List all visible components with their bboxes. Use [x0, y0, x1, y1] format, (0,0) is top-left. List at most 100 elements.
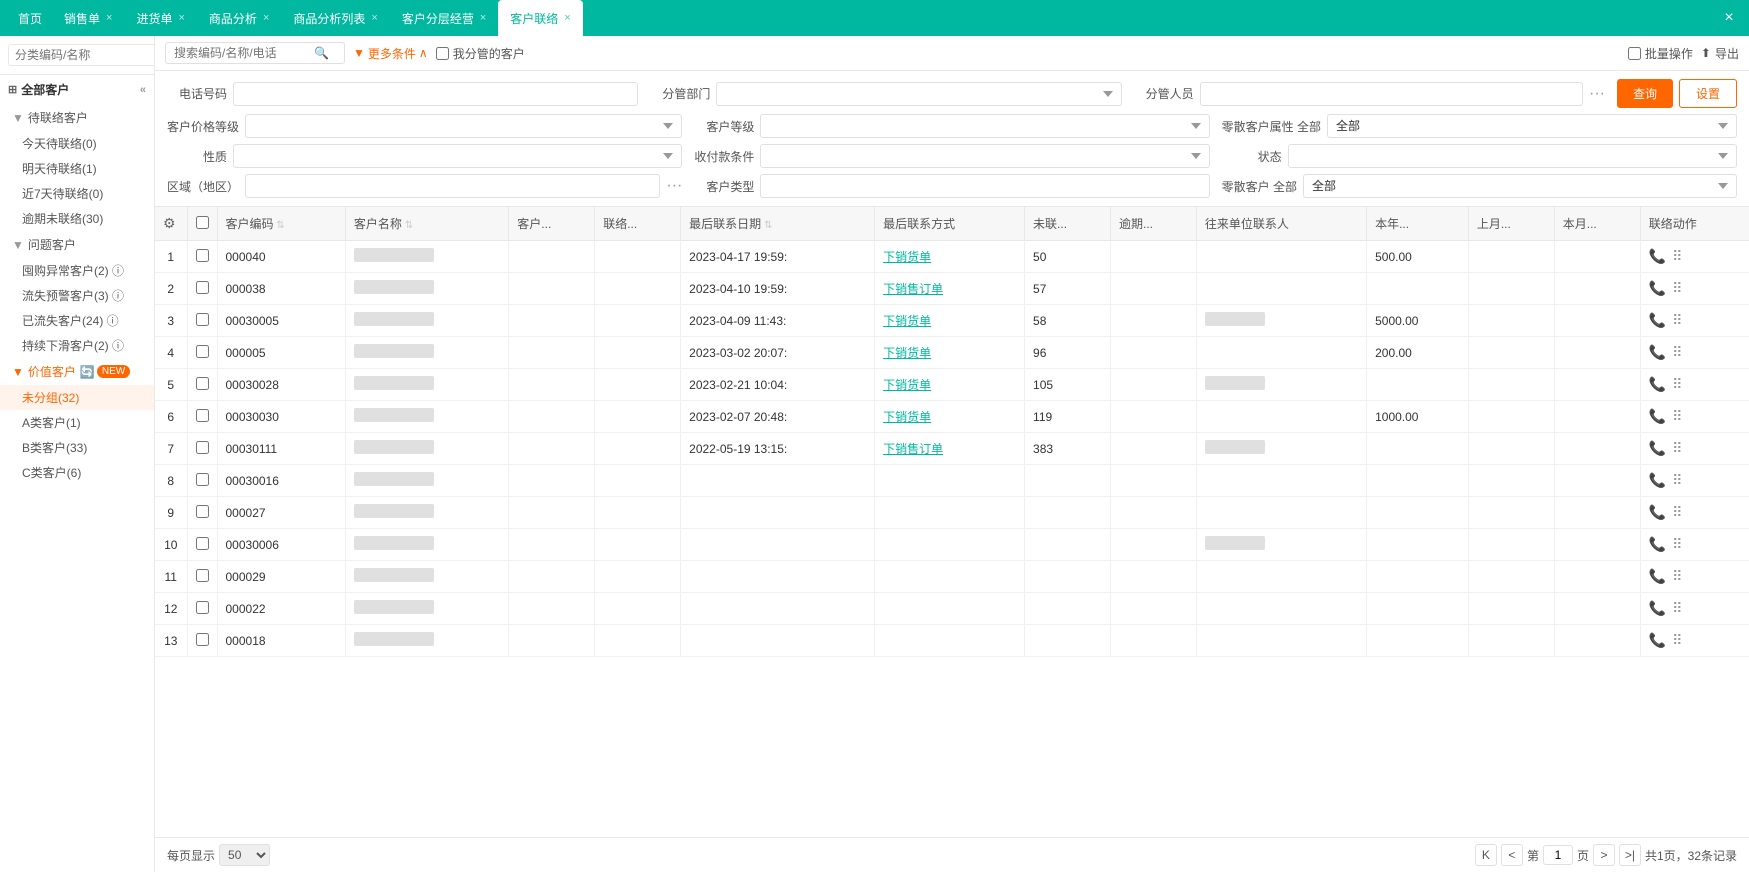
- call-icon[interactable]: 📞: [1649, 280, 1666, 297]
- my-customer-check[interactable]: [436, 47, 449, 60]
- td-checkbox[interactable]: [187, 625, 217, 657]
- filter-price-level-select[interactable]: [245, 114, 682, 138]
- more-action-icon[interactable]: ⠿: [1672, 472, 1682, 489]
- th-no-contact[interactable]: 未联...: [1025, 207, 1111, 241]
- nav-sales-close[interactable]: ×: [106, 12, 112, 24]
- sidebar-declining[interactable]: 持续下滑客户(2) ⓘ: [0, 333, 154, 358]
- contact-way-link[interactable]: 下销售订单: [883, 282, 943, 296]
- filter-nature-select[interactable]: [233, 144, 682, 168]
- row-checkbox[interactable]: [196, 473, 209, 486]
- export-btn[interactable]: ⬆ 导出: [1701, 45, 1739, 62]
- call-icon[interactable]: 📞: [1649, 632, 1666, 649]
- td-last-contact-way[interactable]: 下销售订单: [875, 273, 1025, 305]
- call-icon[interactable]: 📞: [1649, 408, 1666, 425]
- filter-retail-attr-select[interactable]: 全部: [1327, 114, 1737, 138]
- call-icon[interactable]: 📞: [1649, 344, 1666, 361]
- call-icon[interactable]: 📞: [1649, 248, 1666, 265]
- td-checkbox[interactable]: [187, 497, 217, 529]
- contact-way-link[interactable]: 下销货单: [883, 346, 931, 360]
- sidebar-hoarding-abnormal[interactable]: 囤购异常客户(2) ⓘ: [0, 258, 154, 283]
- td-last-contact-way[interactable]: [875, 625, 1025, 657]
- row-checkbox[interactable]: [196, 601, 209, 614]
- sidebar-b-class[interactable]: B类客户(33): [0, 435, 154, 460]
- sidebar-pending-title[interactable]: ▼ 待联络客户: [0, 104, 154, 131]
- contact-way-link[interactable]: 下销售订单: [883, 442, 943, 456]
- filter-person-input[interactable]: [1200, 82, 1583, 106]
- settings-icon[interactable]: ⚙: [163, 215, 176, 231]
- td-checkbox[interactable]: [187, 369, 217, 401]
- more-action-icon[interactable]: ⠿: [1672, 600, 1682, 617]
- more-action-icon[interactable]: ⠿: [1672, 248, 1682, 265]
- row-checkbox[interactable]: [196, 441, 209, 454]
- th-contact[interactable]: 联络...: [595, 207, 681, 241]
- th-checkbox[interactable]: [187, 207, 217, 241]
- sidebar-tomorrow-pending[interactable]: 明天待联络(1): [0, 156, 154, 181]
- reset-btn[interactable]: 设置: [1679, 79, 1737, 108]
- contact-way-link[interactable]: 下销货单: [883, 314, 931, 328]
- next-page-btn[interactable]: >: [1593, 844, 1615, 866]
- search-input[interactable]: [174, 46, 314, 60]
- more-action-icon[interactable]: ⠿: [1672, 376, 1682, 393]
- row-checkbox[interactable]: [196, 249, 209, 262]
- td-last-contact-way[interactable]: [875, 529, 1025, 561]
- th-overdue[interactable]: 逾期...: [1110, 207, 1196, 241]
- contact-way-link[interactable]: 下销货单: [883, 378, 931, 392]
- td-last-contact-way[interactable]: 下销货单: [875, 337, 1025, 369]
- filter-status-select[interactable]: [1288, 144, 1737, 168]
- td-last-contact-way[interactable]: 下销货单: [875, 401, 1025, 433]
- th-type[interactable]: 客户...: [509, 207, 595, 241]
- more-action-icon[interactable]: ⠿: [1672, 632, 1682, 649]
- prev-page-btn[interactable]: <: [1501, 844, 1523, 866]
- sidebar-c-class[interactable]: C类客户(6): [0, 460, 154, 485]
- th-last-date[interactable]: 最后联系日期: [681, 207, 875, 241]
- first-page-btn[interactable]: K: [1475, 844, 1497, 866]
- th-last-month[interactable]: 上月...: [1468, 207, 1554, 241]
- th-partner-contact[interactable]: 往来单位联系人: [1196, 207, 1366, 241]
- search-btn[interactable]: 查询: [1617, 79, 1673, 108]
- row-checkbox[interactable]: [196, 569, 209, 582]
- sidebar-search-input[interactable]: [8, 44, 155, 66]
- more-action-icon[interactable]: ⠿: [1672, 344, 1682, 361]
- more-action-icon[interactable]: ⠿: [1672, 440, 1682, 457]
- nav-sales[interactable]: 销售单 ×: [52, 0, 124, 36]
- window-close[interactable]: ×: [1717, 6, 1741, 30]
- call-icon[interactable]: 📞: [1649, 504, 1666, 521]
- nav-customer-contact[interactable]: 客户联络 ×: [498, 0, 582, 36]
- row-checkbox[interactable]: [196, 633, 209, 646]
- search-icon[interactable]: 🔍: [314, 46, 329, 60]
- batch-check[interactable]: [1628, 47, 1641, 60]
- nav-customer-segment[interactable]: 客户分层经营 ×: [390, 0, 498, 36]
- row-checkbox[interactable]: [196, 313, 209, 326]
- filter-region-input[interactable]: [245, 174, 660, 198]
- call-icon[interactable]: 📞: [1649, 472, 1666, 489]
- sidebar-a-class[interactable]: A类客户(1): [0, 410, 154, 435]
- batch-op-btn[interactable]: 批量操作: [1628, 45, 1693, 62]
- td-checkbox[interactable]: [187, 465, 217, 497]
- td-last-contact-way[interactable]: 下销货单: [875, 305, 1025, 337]
- filter-dept-select[interactable]: [716, 82, 1121, 106]
- more-action-icon[interactable]: ⠿: [1672, 280, 1682, 297]
- filter-phone-input[interactable]: [233, 82, 638, 106]
- nav-product-analysis[interactable]: 商品分析 ×: [197, 0, 281, 36]
- select-all-checkbox[interactable]: [196, 216, 209, 229]
- more-filter-btn[interactable]: ▼ 更多条件 ∧: [353, 45, 428, 62]
- call-icon[interactable]: 📞: [1649, 568, 1666, 585]
- sidebar-all-customers[interactable]: ⊞ 全部客户 «: [0, 75, 154, 104]
- td-last-contact-way[interactable]: 下销货单: [875, 241, 1025, 273]
- sidebar-value-title[interactable]: ▼ 价值客户 🔄 NEW: [0, 358, 154, 385]
- call-icon[interactable]: 📞: [1649, 440, 1666, 457]
- sidebar-7days-pending[interactable]: 近7天待联络(0): [0, 181, 154, 206]
- th-name[interactable]: 客户名称: [345, 207, 508, 241]
- nav-product-list[interactable]: 商品分析列表 ×: [281, 0, 389, 36]
- nav-product-analysis-close[interactable]: ×: [263, 12, 269, 24]
- filter-customer-level-select[interactable]: [760, 114, 1209, 138]
- row-checkbox[interactable]: [196, 281, 209, 294]
- td-last-contact-way[interactable]: [875, 465, 1025, 497]
- th-this-year[interactable]: 本年...: [1367, 207, 1469, 241]
- td-checkbox[interactable]: [187, 401, 217, 433]
- sidebar-churn-warning[interactable]: 流失预警客户(3) ⓘ: [0, 283, 154, 308]
- td-checkbox[interactable]: [187, 273, 217, 305]
- td-last-contact-way[interactable]: 下销售订单: [875, 433, 1025, 465]
- page-number-input[interactable]: [1543, 845, 1573, 865]
- call-icon[interactable]: 📞: [1649, 312, 1666, 329]
